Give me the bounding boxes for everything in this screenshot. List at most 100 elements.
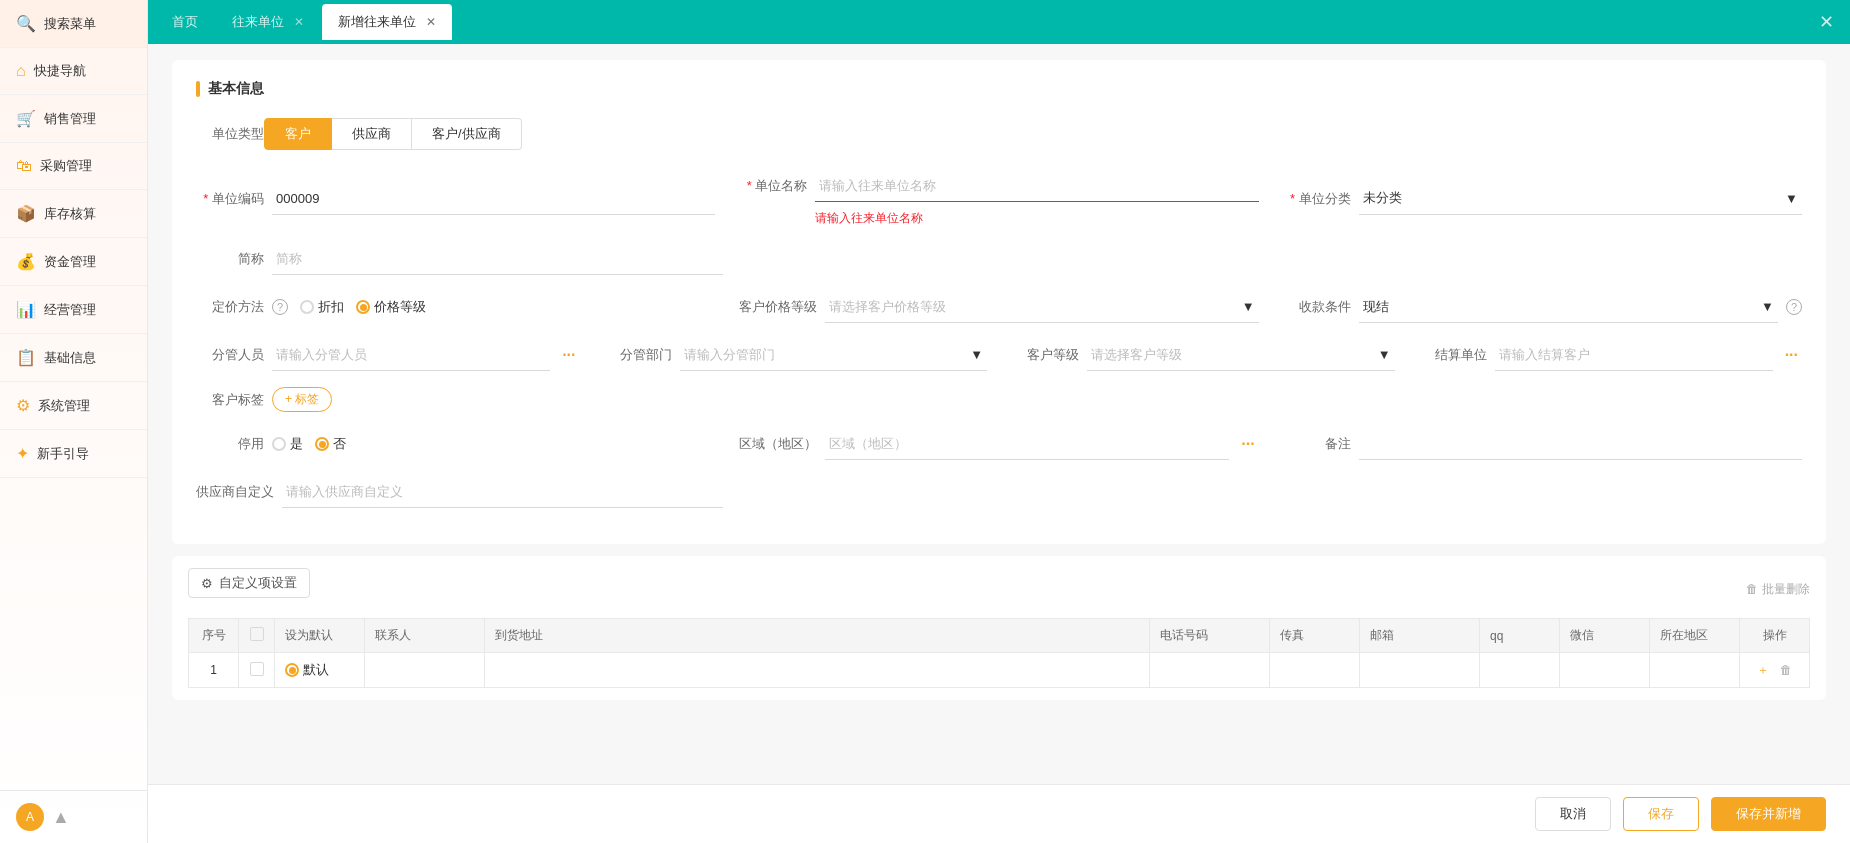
sidebar-item-system[interactable]: ⚙ 系统管理 xyxy=(0,382,147,430)
settings-icon: ⚙ xyxy=(201,576,213,591)
sidebar-item-purchase[interactable]: 🛍 采购管理 xyxy=(0,143,147,190)
row-check[interactable] xyxy=(250,662,264,676)
sidebar-item-newbie[interactable]: ✦ 新手引导 xyxy=(0,430,147,478)
payment-field: 收款条件 现结 ▼ ? xyxy=(1283,291,1802,323)
header-checkbox[interactable] xyxy=(250,627,264,641)
unit-category-select[interactable]: 未分类 ▼ xyxy=(1359,183,1802,215)
disabled-yes-label: 是 xyxy=(290,435,303,453)
sidebar-item-sales[interactable]: 🛒 销售管理 xyxy=(0,95,147,143)
batch-delete-button[interactable]: 🗑 批量删除 xyxy=(1746,581,1810,598)
cancel-button[interactable]: 取消 xyxy=(1535,797,1611,831)
pricing-help-icon[interactable]: ? xyxy=(272,299,288,315)
disabled-yes-radio[interactable]: 是 xyxy=(272,435,303,453)
sidebar-item-business[interactable]: 📊 经营管理 xyxy=(0,286,147,334)
row-region[interactable] xyxy=(1650,653,1740,688)
row-checkbox xyxy=(239,653,275,688)
tab-new-partner[interactable]: 新增往来单位 ✕ xyxy=(322,4,452,40)
user-bar-extra: ▲ xyxy=(52,807,70,828)
window-close-button[interactable]: ✕ xyxy=(1811,11,1842,33)
chevron-down-icon-4: ▼ xyxy=(970,347,983,362)
region-input[interactable] xyxy=(825,428,1229,460)
sidebar-item-label: 搜索菜单 xyxy=(44,15,96,33)
dept-select[interactable]: 请输入分管部门 ▼ xyxy=(680,339,988,371)
tab-new-partner-label: 新增往来单位 xyxy=(338,13,416,31)
manager-dots-btn[interactable]: ··· xyxy=(558,346,579,364)
save-and-new-button[interactable]: 保存并新增 xyxy=(1711,797,1826,831)
manager-input[interactable] xyxy=(272,339,550,371)
dept-placeholder: 请输入分管部门 xyxy=(684,346,775,364)
unit-type-label: 单位类型 xyxy=(196,125,264,143)
add-tag-button[interactable]: + 标签 xyxy=(272,387,332,412)
short-name-input[interactable] xyxy=(272,243,723,275)
unit-name-input[interactable] xyxy=(815,170,1258,202)
tab-bar: 首页 往来单位 ✕ 新增往来单位 ✕ ✕ xyxy=(148,0,1850,44)
pricing-discount-radio[interactable]: 折扣 xyxy=(300,298,344,316)
remark-field: 备注 xyxy=(1283,428,1802,460)
settlement-dots-btn[interactable]: ··· xyxy=(1781,346,1802,364)
unit-category-field: 单位分类 未分类 ▼ xyxy=(1283,170,1802,227)
sidebar-item-quick-nav[interactable]: ⌂ 快捷导航 xyxy=(0,48,147,95)
col-header-contact: 联系人 xyxy=(365,619,485,653)
pricing-grade-radio[interactable]: 价格等级 xyxy=(356,298,426,316)
sidebar-item-basic[interactable]: 📋 基础信息 xyxy=(0,334,147,382)
unit-type-buttons: 客户 供应商 客户/供应商 xyxy=(264,118,522,150)
col-header-address: 到货地址 xyxy=(485,619,1150,653)
row-contact[interactable] xyxy=(365,653,485,688)
save-button[interactable]: 保存 xyxy=(1623,797,1699,831)
row-ops: ＋ 🗑 xyxy=(1740,653,1810,688)
form-area: 基本信息 单位类型 客户 供应商 客户/供应商 单位编码 xyxy=(148,44,1850,784)
settlement-input[interactable] xyxy=(1495,339,1773,371)
customer-tag-label: 客户标签 xyxy=(196,391,264,409)
row-fax[interactable] xyxy=(1270,653,1360,688)
unit-name-error: 请输入往来单位名称 xyxy=(815,211,923,225)
box-icon: 📦 xyxy=(16,204,36,223)
row-phone[interactable] xyxy=(1150,653,1270,688)
bag-icon: 🛍 xyxy=(16,157,32,175)
region-dots-btn[interactable]: ··· xyxy=(1237,435,1258,453)
payment-help-icon[interactable]: ? xyxy=(1786,299,1802,315)
customer-grade-placeholder: 请选择客户等级 xyxy=(1091,346,1182,364)
unit-type-both[interactable]: 客户/供应商 xyxy=(412,118,522,150)
customer-price-select[interactable]: 请选择客户价格等级 ▼ xyxy=(825,291,1258,323)
sidebar-item-label: 库存核算 xyxy=(44,205,96,223)
form-row-1: 单位编码 单位名称 请输入往来单位名称 单位分类 xyxy=(196,170,1802,227)
sidebar-item-search[interactable]: 🔍 搜索菜单 xyxy=(0,0,147,48)
customer-grade-field: 客户等级 请选择客户等级 ▼ xyxy=(1011,339,1395,371)
unit-type-row: 单位类型 客户 供应商 客户/供应商 xyxy=(196,118,1802,150)
row-add-icon[interactable]: ＋ xyxy=(1757,663,1769,677)
disabled-no-label: 否 xyxy=(333,435,346,453)
tab-partners[interactable]: 往来单位 ✕ xyxy=(216,4,320,40)
remark-label: 备注 xyxy=(1283,435,1351,453)
disabled-no-radio[interactable]: 否 xyxy=(315,435,346,453)
row-email[interactable] xyxy=(1360,653,1480,688)
row-default-radio[interactable]: 默认 xyxy=(285,661,354,679)
row-qq[interactable] xyxy=(1480,653,1560,688)
default-label: 默认 xyxy=(303,661,329,679)
supplier-custom-field: 供应商自定义 xyxy=(196,476,723,508)
row-wechat[interactable] xyxy=(1560,653,1650,688)
supplier-custom-input[interactable] xyxy=(282,476,723,508)
table-header-row: 序号 设为默认 联系人 到货地址 电话号码 传真 邮箱 qq 微信 所在地区 xyxy=(189,619,1810,653)
tab-partners-close[interactable]: ✕ xyxy=(294,16,304,28)
unit-name-field: 单位名称 请输入往来单位名称 xyxy=(739,170,1258,227)
row-address[interactable] xyxy=(485,653,1150,688)
discount-label: 折扣 xyxy=(318,298,344,316)
form-row-5: 客户标签 + 标签 xyxy=(196,387,1802,412)
tab-home[interactable]: 首页 xyxy=(156,4,214,40)
customer-grade-label: 客户等级 xyxy=(1011,346,1079,364)
remark-input[interactable] xyxy=(1359,428,1802,460)
unit-type-customer[interactable]: 客户 xyxy=(264,118,332,150)
customer-grade-select[interactable]: 请选择客户等级 ▼ xyxy=(1087,339,1395,371)
yes-radio-circle xyxy=(272,437,286,451)
col-header-default: 设为默认 xyxy=(275,619,365,653)
pricing-radio-group: 折扣 价格等级 xyxy=(300,298,426,316)
payment-select[interactable]: 现结 ▼ xyxy=(1359,291,1778,323)
unit-code-input[interactable] xyxy=(272,183,715,215)
sidebar-item-finance[interactable]: 💰 资金管理 xyxy=(0,238,147,286)
unit-type-supplier[interactable]: 供应商 xyxy=(332,118,412,150)
custom-settings-button[interactable]: ⚙ 自定义项设置 xyxy=(188,568,310,598)
sidebar-item-stock[interactable]: 📦 库存核算 xyxy=(0,190,147,238)
tab-new-partner-close[interactable]: ✕ xyxy=(426,16,436,28)
row-delete-icon[interactable]: 🗑 xyxy=(1780,663,1792,677)
col-header-phone: 电话号码 xyxy=(1150,619,1270,653)
